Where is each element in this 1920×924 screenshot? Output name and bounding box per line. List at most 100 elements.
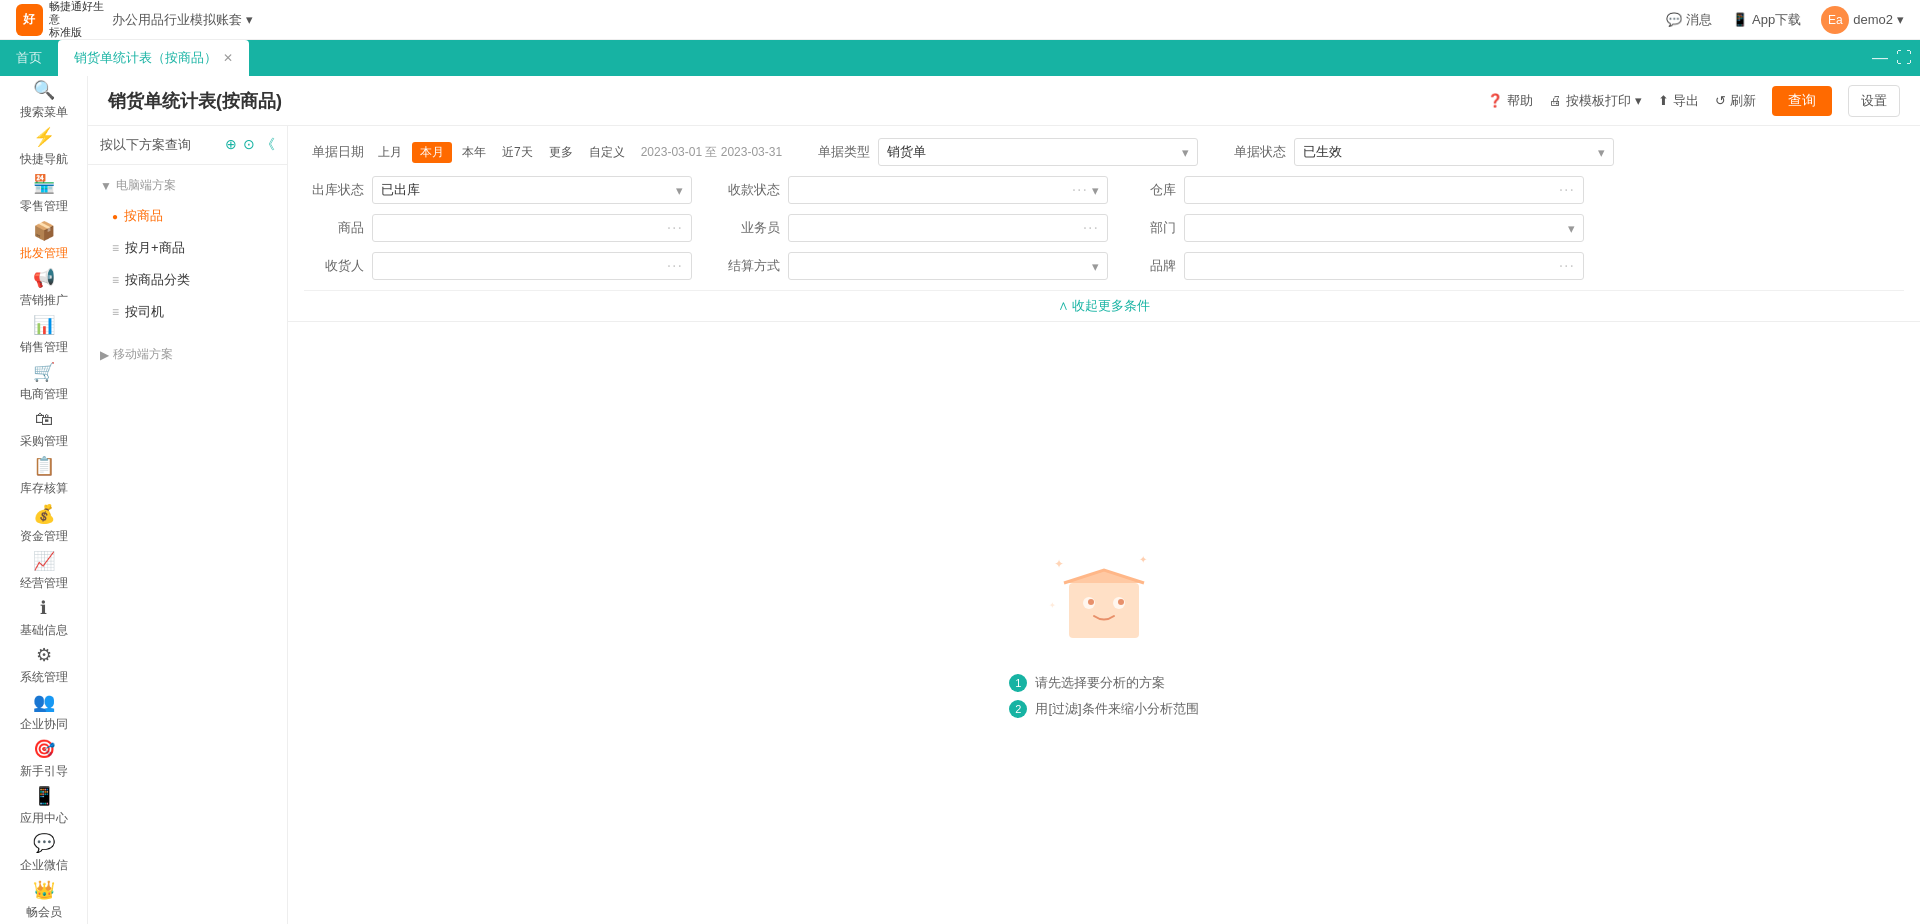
- messages-button[interactable]: 💬 消息: [1666, 11, 1712, 29]
- scheme-settings-button[interactable]: ⊙: [243, 136, 255, 154]
- scheme-item-month-goods[interactable]: ≡ 按月+商品: [88, 232, 287, 264]
- body-area: 按以下方案查询 ⊕ ⊙ 《 ▼ 电脑端方案 ● 按商品: [88, 126, 1920, 924]
- svg-text:✦: ✦: [1049, 601, 1056, 610]
- user-chevron-icon: ▾: [1897, 12, 1904, 27]
- message-icon: 💬: [1666, 12, 1682, 27]
- brand-label: 品牌: [1136, 257, 1176, 275]
- nav-basic-info[interactable]: ℹ 基础信息: [0, 594, 87, 641]
- logo-text: 畅捷通好生意 标准版: [49, 0, 104, 39]
- nav-guide[interactable]: 🎯 新手引导: [0, 736, 87, 783]
- payment-dots-icon: ···: [1072, 181, 1088, 199]
- nav-collab[interactable]: 👥 企业协同: [0, 688, 87, 735]
- help-icon: ❓: [1487, 93, 1503, 108]
- tab-home[interactable]: 首页: [0, 40, 58, 76]
- help-button[interactable]: ❓ 帮助: [1487, 92, 1533, 110]
- sales-icon: 📊: [33, 314, 55, 336]
- warehouse-select[interactable]: ···: [1184, 176, 1584, 204]
- user-menu[interactable]: Ea demo2 ▾: [1821, 6, 1904, 34]
- nav-appstore[interactable]: 📱 应用中心: [0, 783, 87, 830]
- tab-close-icon[interactable]: ✕: [223, 51, 233, 65]
- empty-state-content: ✦ ✦ ✦ 1 请先选择要分析的方案 2: [1009, 528, 1198, 718]
- refresh-button[interactable]: ↺ 刷新: [1715, 92, 1756, 110]
- scheme-group-mobile-title: ▶ 移动端方案: [88, 340, 287, 369]
- nav-membership[interactable]: 👑 畅会员: [0, 877, 87, 924]
- date-custom[interactable]: 自定义: [583, 142, 631, 163]
- nav-inventory[interactable]: 📋 库存核算: [0, 453, 87, 500]
- scheme-item-driver[interactable]: ≡ 按司机: [88, 296, 287, 328]
- nav-operations[interactable]: 📈 经营管理: [0, 547, 87, 594]
- tab-sales-stat[interactable]: 销货单统计表（按商品） ✕: [58, 40, 249, 76]
- template-print-button[interactable]: 🖨 按模板打印 ▾: [1549, 92, 1642, 110]
- date-last-7[interactable]: 近7天: [496, 142, 539, 163]
- chevron-down-icon: ▾: [246, 12, 253, 27]
- operations-icon: 📈: [33, 550, 55, 572]
- staff-field[interactable]: ···: [788, 214, 1108, 242]
- export-button[interactable]: ⬆ 导出: [1658, 92, 1699, 110]
- status-select[interactable]: 已生效 ▾: [1294, 138, 1614, 166]
- date-last-month[interactable]: 上月: [372, 142, 408, 163]
- export-icon: ⬆: [1658, 93, 1669, 108]
- nav-sales[interactable]: 📊 销售管理: [0, 312, 87, 359]
- right-panel: 单据日期 上月 本月 本年 近7天 更多 自定义 2023-03-01 至 20…: [288, 126, 1920, 924]
- system-icon: ⚙: [36, 644, 52, 666]
- list-icon: ≡: [112, 273, 119, 287]
- nav-purchase[interactable]: 🛍 采购管理: [0, 406, 87, 453]
- collapse-button[interactable]: ∧ 收起更多条件: [1058, 297, 1151, 315]
- receiver-label: 收货人: [304, 257, 364, 275]
- scheme-add-button[interactable]: ⊕: [225, 136, 237, 154]
- refresh-icon: ↺: [1715, 93, 1726, 108]
- type-chevron-icon: ▾: [1182, 145, 1189, 160]
- nav-search[interactable]: 🔍 搜索菜单: [0, 76, 87, 123]
- scheme-collapse-button[interactable]: 《: [261, 136, 275, 154]
- empty-illustration: ✦ ✦ ✦: [1039, 528, 1169, 658]
- brand-dots-icon: ···: [1559, 257, 1575, 275]
- payment-select[interactable]: ··· ▾: [788, 176, 1108, 204]
- svg-text:✦: ✦: [1054, 557, 1064, 571]
- wechat-icon: 💬: [33, 832, 55, 854]
- dept-chevron-icon: ▾: [1568, 221, 1575, 236]
- scheme-panel-header: 按以下方案查询 ⊕ ⊙ 《: [88, 126, 287, 165]
- nav-retail[interactable]: 🏪 零售管理: [0, 170, 87, 217]
- date-this-year[interactable]: 本年: [456, 142, 492, 163]
- app-download-button[interactable]: 📱 App下载: [1732, 11, 1801, 29]
- date-range-display: 2023-03-01 至 2023-03-31: [641, 144, 782, 161]
- wholesale-icon: 📦: [33, 220, 55, 242]
- nav-marketing[interactable]: 📢 营销推广: [0, 264, 87, 311]
- minimize-icon[interactable]: —: [1872, 49, 1888, 67]
- payment-method-field[interactable]: ▾: [788, 252, 1108, 280]
- dept-label: 部门: [1136, 219, 1176, 237]
- stock-select[interactable]: 已出库 ▾: [372, 176, 692, 204]
- date-more[interactable]: 更多: [543, 142, 579, 163]
- search-nav-icon: 🔍: [33, 79, 55, 101]
- left-nav: 🔍 搜索菜单 ⚡ 快捷导航 🏪 零售管理 📦 批发管理 📢 营销推广 📊 销售管…: [0, 76, 88, 924]
- date-label: 单据日期: [304, 143, 364, 161]
- brand-field[interactable]: ···: [1184, 252, 1584, 280]
- retail-icon: 🏪: [33, 173, 55, 195]
- dept-field[interactable]: ▾: [1184, 214, 1584, 242]
- collab-icon: 👥: [33, 691, 55, 713]
- stock-chevron-icon: ▾: [676, 183, 683, 198]
- scheme-item-by-goods[interactable]: ● 按商品: [88, 200, 287, 232]
- settings-button[interactable]: 设置: [1848, 85, 1900, 117]
- industry-selector[interactable]: 办公用品行业模拟账套 ▾: [104, 11, 261, 29]
- nav-quick[interactable]: ⚡ 快捷导航: [0, 123, 87, 170]
- nav-wholesale[interactable]: 📦 批发管理: [0, 217, 87, 264]
- nav-wechat[interactable]: 💬 企业微信: [0, 830, 87, 877]
- scheme-item-goods-category[interactable]: ≡ 按商品分类: [88, 264, 287, 296]
- type-select[interactable]: 销货单 ▾: [878, 138, 1198, 166]
- scheme-group-desktop-title: ▼ 电脑端方案: [88, 171, 287, 200]
- date-this-month[interactable]: 本月: [412, 142, 452, 163]
- nav-system[interactable]: ⚙ 系统管理: [0, 641, 87, 688]
- basic-info-icon: ℹ: [40, 597, 47, 619]
- print-icon: 🖨: [1549, 93, 1562, 108]
- query-button[interactable]: 查询: [1772, 86, 1832, 116]
- filter-row-1: 单据日期 上月 本月 本年 近7天 更多 自定义 2023-03-01 至 20…: [304, 138, 1904, 166]
- payment-label: 收款状态: [720, 181, 780, 199]
- maximize-icon[interactable]: ⛶: [1896, 49, 1912, 67]
- receiver-field[interactable]: ···: [372, 252, 692, 280]
- goods-field[interactable]: ···: [372, 214, 692, 242]
- nav-finance[interactable]: 💰 资金管理: [0, 500, 87, 547]
- type-label: 单据类型: [810, 143, 870, 161]
- nav-ecommerce[interactable]: 🛒 电商管理: [0, 359, 87, 406]
- active-dot-icon: ●: [112, 211, 118, 222]
